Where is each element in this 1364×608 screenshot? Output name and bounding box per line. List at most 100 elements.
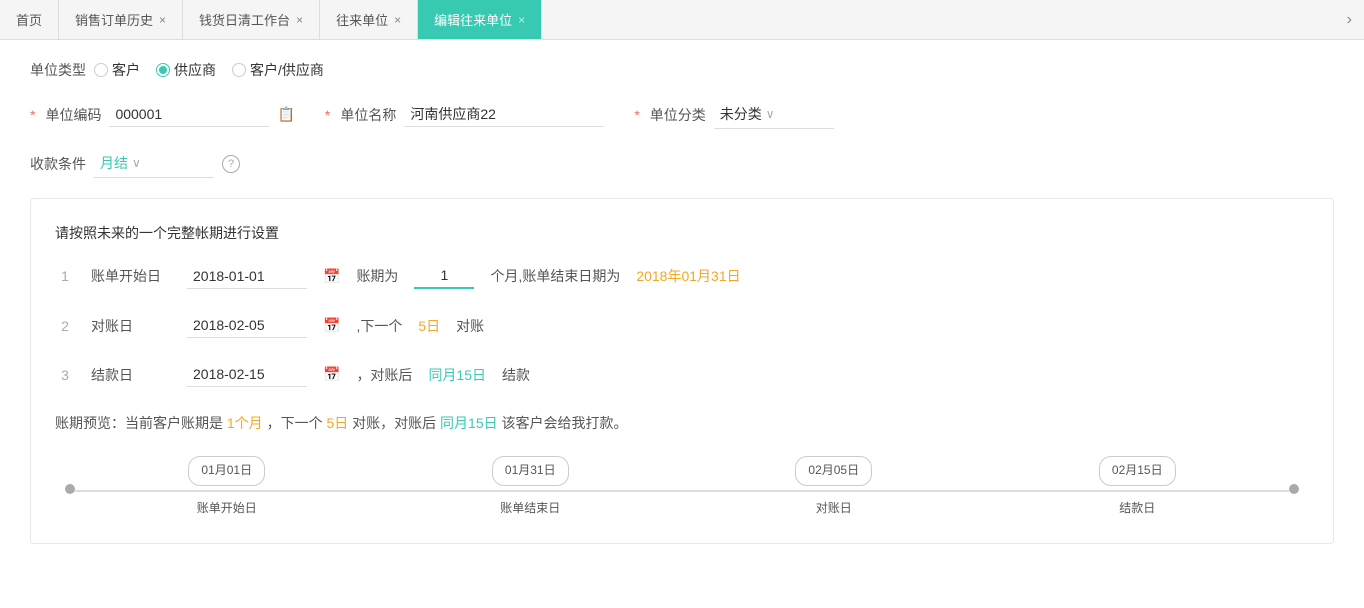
- unit-code-label: 单位编码: [45, 105, 101, 125]
- radio-both-circle: [232, 63, 246, 77]
- preview-label: 账期预览：当前客户账期是: [55, 415, 223, 431]
- reconciliation-date-input[interactable]: [187, 313, 307, 338]
- reconciliation-row: 2 对账日 📅 ,下一个 5日 对账: [55, 313, 1309, 338]
- timeline-badge-2: 01月31日: [492, 456, 569, 486]
- unit-name-required: *: [325, 107, 330, 123]
- radio-customer[interactable]: 客户: [94, 60, 140, 80]
- tab-cash-ledger-close[interactable]: ×: [296, 13, 303, 27]
- payment-terms-chevron: ∨: [132, 156, 141, 170]
- tab-edit-partner[interactable]: 编辑往来单位 ×: [418, 0, 542, 39]
- unit-type-row: 单位类型 客户 供应商 客户/供应商: [30, 60, 1334, 80]
- radio-both[interactable]: 客户/供应商: [232, 60, 324, 80]
- unit-type-field: 单位类型 客户 供应商 客户/供应商: [30, 60, 324, 80]
- reconciliation-highlight: 5日: [418, 316, 440, 336]
- tab-partner-label: 往来单位: [336, 10, 388, 29]
- radio-customer-label: 客户: [112, 60, 140, 80]
- timeline-end-dot: [1289, 482, 1299, 494]
- unit-category-select[interactable]: 未分类 ∨: [714, 100, 834, 129]
- tab-cash-ledger-label: 钱货日清工作台: [199, 10, 290, 29]
- preview-part2-sep: 对账，对账后: [352, 415, 436, 431]
- payment-terms-select[interactable]: 月结 ∨: [94, 149, 214, 178]
- payment-terms-help-icon[interactable]: ?: [222, 155, 240, 173]
- reconciliation-calendar-icon[interactable]: 📅: [323, 317, 340, 334]
- preview-part3: 同月15日: [440, 415, 498, 431]
- reconciliation-desc-after: 对账: [456, 316, 484, 336]
- payment-date-label: 结款日: [91, 365, 171, 385]
- payment-desc-before: ，对账后: [356, 365, 412, 385]
- tab-sales-history-close[interactable]: ×: [159, 13, 166, 27]
- unit-details-row: * 单位编码 📋 * 单位名称 * 单位分类 未分类 ∨: [30, 100, 1334, 129]
- radio-supplier[interactable]: 供应商: [156, 60, 216, 80]
- tab-bar: 首页 销售订单历史 × 钱货日清工作台 × 往来单位 × 编辑往来单位 × ›: [0, 0, 1364, 40]
- payment-desc-after: 结款: [502, 365, 530, 385]
- tab-sales-history-label: 销售订单历史: [75, 10, 153, 29]
- timeline-badge-4: 02月15日: [1099, 456, 1176, 486]
- radio-customer-circle: [94, 63, 108, 77]
- radio-supplier-circle: [156, 63, 170, 77]
- timeline-label-1: 账单开始日: [197, 498, 257, 520]
- preview-section: 账期预览：当前客户账期是 1个月 ，下一个 5日 对账，对账后 同月15日 该客…: [55, 411, 1309, 519]
- timeline-label-2: 账单结束日: [500, 498, 560, 520]
- preview-part2: 5日: [326, 415, 348, 431]
- timeline-label-3: 对账日: [816, 498, 852, 520]
- timeline-label-4: 结款日: [1119, 498, 1155, 520]
- tab-home[interactable]: 首页: [0, 0, 59, 39]
- payment-terms-label: 收款条件: [30, 154, 86, 174]
- payment-terms-row: 收款条件 月结 ∨ ?: [30, 149, 1334, 178]
- account-start-date-input[interactable]: [187, 264, 307, 289]
- radio-both-label: 客户/供应商: [250, 60, 324, 80]
- payment-date-calendar-icon[interactable]: 📅: [323, 366, 340, 383]
- account-start-calendar-icon[interactable]: 📅: [323, 268, 340, 285]
- main-content: 单位类型 客户 供应商 客户/供应商 * 单位编码: [0, 40, 1364, 608]
- unit-category-field: * 单位分类 未分类 ∨: [634, 100, 833, 129]
- period-unit-label: 个月,账单结束日期为: [490, 266, 620, 286]
- unit-code-calendar-icon[interactable]: 📋: [277, 106, 294, 123]
- row-num-2: 2: [55, 318, 75, 334]
- unit-code-required: *: [30, 107, 35, 123]
- tab-home-label: 首页: [16, 10, 42, 29]
- tab-edit-partner-label: 编辑往来单位: [434, 10, 512, 29]
- row-num-1: 1: [55, 268, 75, 284]
- preview-part3-end: 该客户会给我打款。: [502, 415, 628, 431]
- unit-code-field: * 单位编码 📋: [30, 102, 295, 127]
- timeline-segment-2: 01月31日 账单结束日: [379, 456, 683, 519]
- account-start-label: 账单开始日: [91, 266, 171, 286]
- settings-card-title: 请按照未来的一个完整帐期进行设置: [55, 223, 1309, 243]
- reconciliation-label: 对账日: [91, 316, 171, 336]
- timeline-badge-1: 01月01日: [188, 456, 265, 486]
- unit-name-label: 单位名称: [340, 105, 396, 125]
- tab-partner-close[interactable]: ×: [394, 13, 401, 27]
- period-value-input[interactable]: [414, 263, 474, 289]
- unit-category-value: 未分类: [720, 104, 762, 124]
- timeline-badge-3: 02月05日: [795, 456, 872, 486]
- unit-name-field: * 单位名称: [325, 102, 604, 127]
- unit-category-chevron: ∨: [766, 107, 775, 121]
- radio-supplier-label: 供应商: [174, 60, 216, 80]
- preview-part1-sep: ，下一个: [267, 415, 323, 431]
- payment-terms-value: 月结: [100, 153, 128, 173]
- payment-terms-field: 收款条件 月结 ∨ ?: [30, 149, 240, 178]
- timeline: 01月01日 账单开始日 01月31日 账单结束日: [55, 456, 1309, 519]
- settings-card: 请按照未来的一个完整帐期进行设置 1 账单开始日 📅 账期为 个月,账单结束日期…: [30, 198, 1334, 544]
- tab-edit-partner-close[interactable]: ×: [518, 13, 525, 27]
- timeline-segment-1: 01月01日 账单开始日: [75, 456, 379, 519]
- tab-more-button[interactable]: ›: [1335, 0, 1364, 39]
- row-num-3: 3: [55, 367, 75, 383]
- tab-partner[interactable]: 往来单位 ×: [320, 0, 418, 39]
- account-start-row: 1 账单开始日 📅 账期为 个月,账单结束日期为 2018年01月31日: [55, 263, 1309, 289]
- preview-part1: 1个月: [227, 415, 263, 431]
- period-end-date: 2018年01月31日: [636, 266, 740, 286]
- tab-sales-history[interactable]: 销售订单历史 ×: [59, 0, 183, 39]
- timeline-start-dot: [65, 482, 75, 494]
- unit-type-radio-group: 客户 供应商 客户/供应商: [94, 60, 324, 80]
- payment-highlight: 同月15日: [428, 365, 486, 385]
- unit-name-input[interactable]: [404, 102, 604, 127]
- tab-cash-ledger[interactable]: 钱货日清工作台 ×: [183, 0, 320, 39]
- unit-category-required: *: [634, 107, 639, 123]
- timeline-segment-4: 02月15日 结款日: [986, 456, 1290, 519]
- payment-date-row: 3 结款日 📅 ，对账后 同月15日 结款: [55, 362, 1309, 387]
- payment-date-input[interactable]: [187, 362, 307, 387]
- unit-category-label: 单位分类: [650, 105, 706, 125]
- unit-code-input[interactable]: [109, 102, 269, 127]
- preview-text: 账期预览：当前客户账期是 1个月 ，下一个 5日 对账，对账后 同月15日 该客…: [55, 411, 1309, 436]
